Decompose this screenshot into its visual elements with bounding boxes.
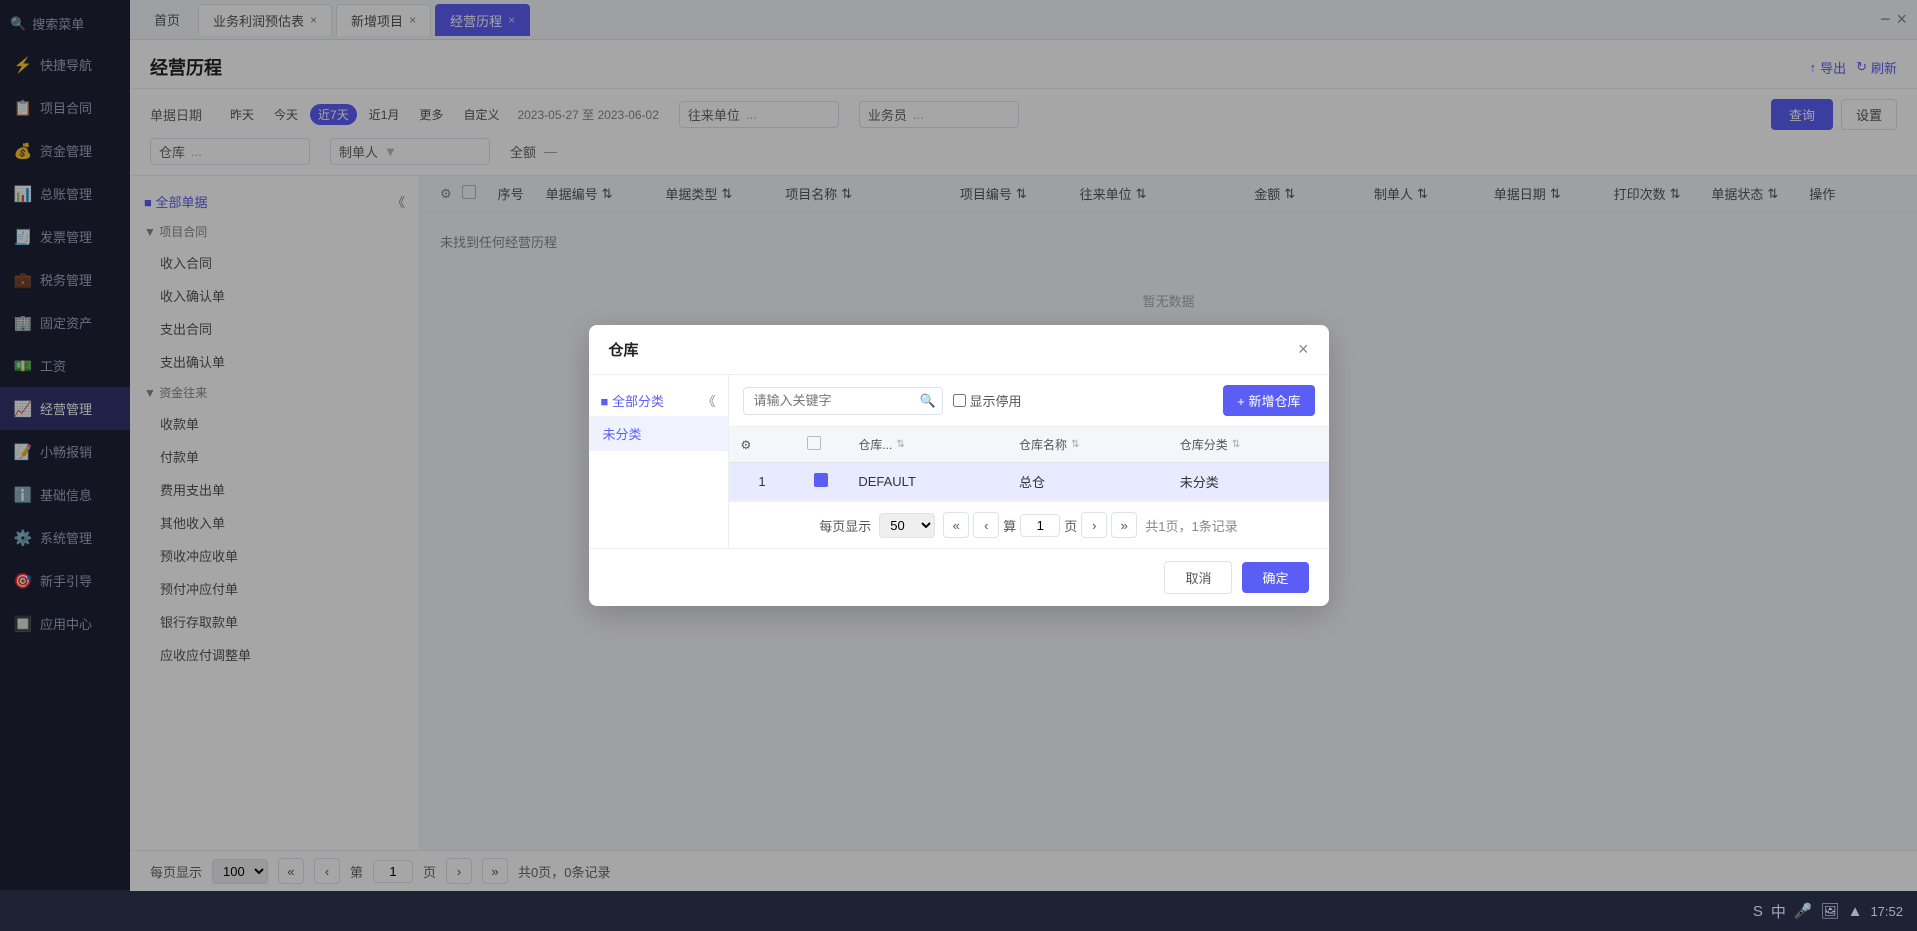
modal-left-header: ■ 全部分类 《: [589, 385, 728, 416]
th-warehouse-cat[interactable]: 仓库分类 ⇅: [1168, 427, 1329, 463]
modal-per-page-select[interactable]: 50 20 100: [879, 513, 935, 538]
warehouse-id-sort[interactable]: 仓库... ⇅: [858, 436, 995, 453]
modal-pagination: 每页显示 50 20 100 « ‹ 算 页 › »: [729, 501, 1329, 548]
modal-page-prev[interactable]: ‹: [973, 512, 999, 538]
warehouse-name-sort-icon: ⇅: [1071, 439, 1079, 450]
modal-total-info: 共1页，1条记录: [1145, 516, 1237, 535]
warehouse-cat-sort-icon: ⇅: [1232, 439, 1240, 450]
select-all-checkbox[interactable]: [807, 436, 821, 450]
taskbar: S 中 🎤 🖼 ▲ 17:52: [0, 891, 1917, 931]
modal-page-label: 算: [1003, 516, 1016, 535]
modal-search-icon: 🔍: [920, 393, 936, 409]
warehouse-cat-sort[interactable]: 仓库分类 ⇅: [1180, 436, 1317, 453]
modal-title: 仓库: [609, 339, 639, 360]
th-warehouse-name[interactable]: 仓库名称 ⇅: [1007, 427, 1168, 463]
modal-search-wrapper: 🔍: [743, 387, 943, 415]
modal-page-last[interactable]: »: [1111, 512, 1137, 538]
modal-per-page-label: 每页显示: [819, 516, 871, 535]
row-warehouse-cat: 未分类: [1168, 463, 1329, 501]
modal-left-panel: ■ 全部分类 《 未分类: [589, 375, 729, 548]
warehouse-name-sort[interactable]: 仓库名称 ⇅: [1019, 436, 1156, 453]
row-num: 1: [729, 463, 796, 501]
th-warehouse-id[interactable]: 仓库... ⇅: [846, 427, 1007, 463]
modal-page-next[interactable]: ›: [1081, 512, 1107, 538]
modal-search-input[interactable]: [754, 393, 914, 408]
modal-table: ⚙ 仓库... ⇅: [729, 427, 1329, 501]
modal-right-panel: 🔍 显示停用 + 新增仓库 ⚙: [729, 375, 1329, 548]
modal-add-warehouse-button[interactable]: + 新增仓库: [1223, 385, 1314, 416]
th-num: ⚙: [729, 427, 796, 463]
taskbar-icon-5[interactable]: ▲: [1848, 903, 1863, 920]
show-disabled-label: 显示停用: [970, 391, 1022, 410]
modal-page-first[interactable]: «: [943, 512, 969, 538]
modal-close-button[interactable]: ×: [1298, 339, 1309, 360]
warehouse-id-label: 仓库...: [858, 436, 892, 453]
warehouse-modal: 仓库 × ■ 全部分类 《 未分类: [589, 325, 1329, 606]
row-warehouse-id: DEFAULT: [846, 463, 1007, 501]
modal-cancel-button[interactable]: 取消: [1164, 561, 1232, 594]
modal-header: 仓库 ×: [589, 325, 1329, 375]
modal-overlay: 仓库 × ■ 全部分类 《 未分类: [0, 0, 1917, 931]
modal-search-bar: 🔍 显示停用 + 新增仓库: [729, 375, 1329, 427]
modal-page-unit: 页: [1064, 516, 1077, 535]
taskbar-icon-2[interactable]: 中: [1771, 901, 1786, 922]
taskbar-time: 17:52: [1870, 904, 1903, 919]
show-disabled-checkbox-input[interactable]: [953, 394, 966, 407]
warehouse-id-sort-icon: ⇅: [896, 439, 904, 450]
row-warehouse-name: 总仓: [1007, 463, 1168, 501]
modal-confirm-button[interactable]: 确定: [1242, 562, 1308, 593]
taskbar-icon-3[interactable]: 🎤: [1794, 902, 1813, 920]
modal-left-title-text: 全部分类: [612, 394, 664, 409]
modal-left-icon: ■: [601, 394, 612, 409]
settings-col-icon[interactable]: ⚙: [741, 438, 752, 452]
table-row[interactable]: 1 DEFAULT 总仓 未分类: [729, 463, 1329, 501]
row-check[interactable]: [795, 463, 846, 501]
modal-footer: 取消 确定: [589, 548, 1329, 606]
row-checkbox[interactable]: [814, 473, 828, 487]
modal-page-nav: « ‹ 算 页 › »: [943, 512, 1137, 538]
warehouse-cat-label: 仓库分类: [1180, 436, 1228, 453]
modal-left-title: ■ 全部分类: [601, 391, 664, 410]
modal-category-unclassified[interactable]: 未分类: [589, 416, 728, 451]
taskbar-icon-4[interactable]: 🖼: [1821, 902, 1840, 920]
th-check[interactable]: [795, 427, 846, 463]
warehouse-name-label: 仓库名称: [1019, 436, 1067, 453]
modal-show-disabled-checkbox[interactable]: 显示停用: [953, 391, 1022, 410]
modal-page-number-input[interactable]: [1020, 514, 1060, 537]
modal-left-collapse[interactable]: 《: [702, 391, 715, 410]
modal-body: ■ 全部分类 《 未分类 🔍 显示停用: [589, 375, 1329, 548]
taskbar-icon-1[interactable]: S: [1753, 903, 1763, 920]
